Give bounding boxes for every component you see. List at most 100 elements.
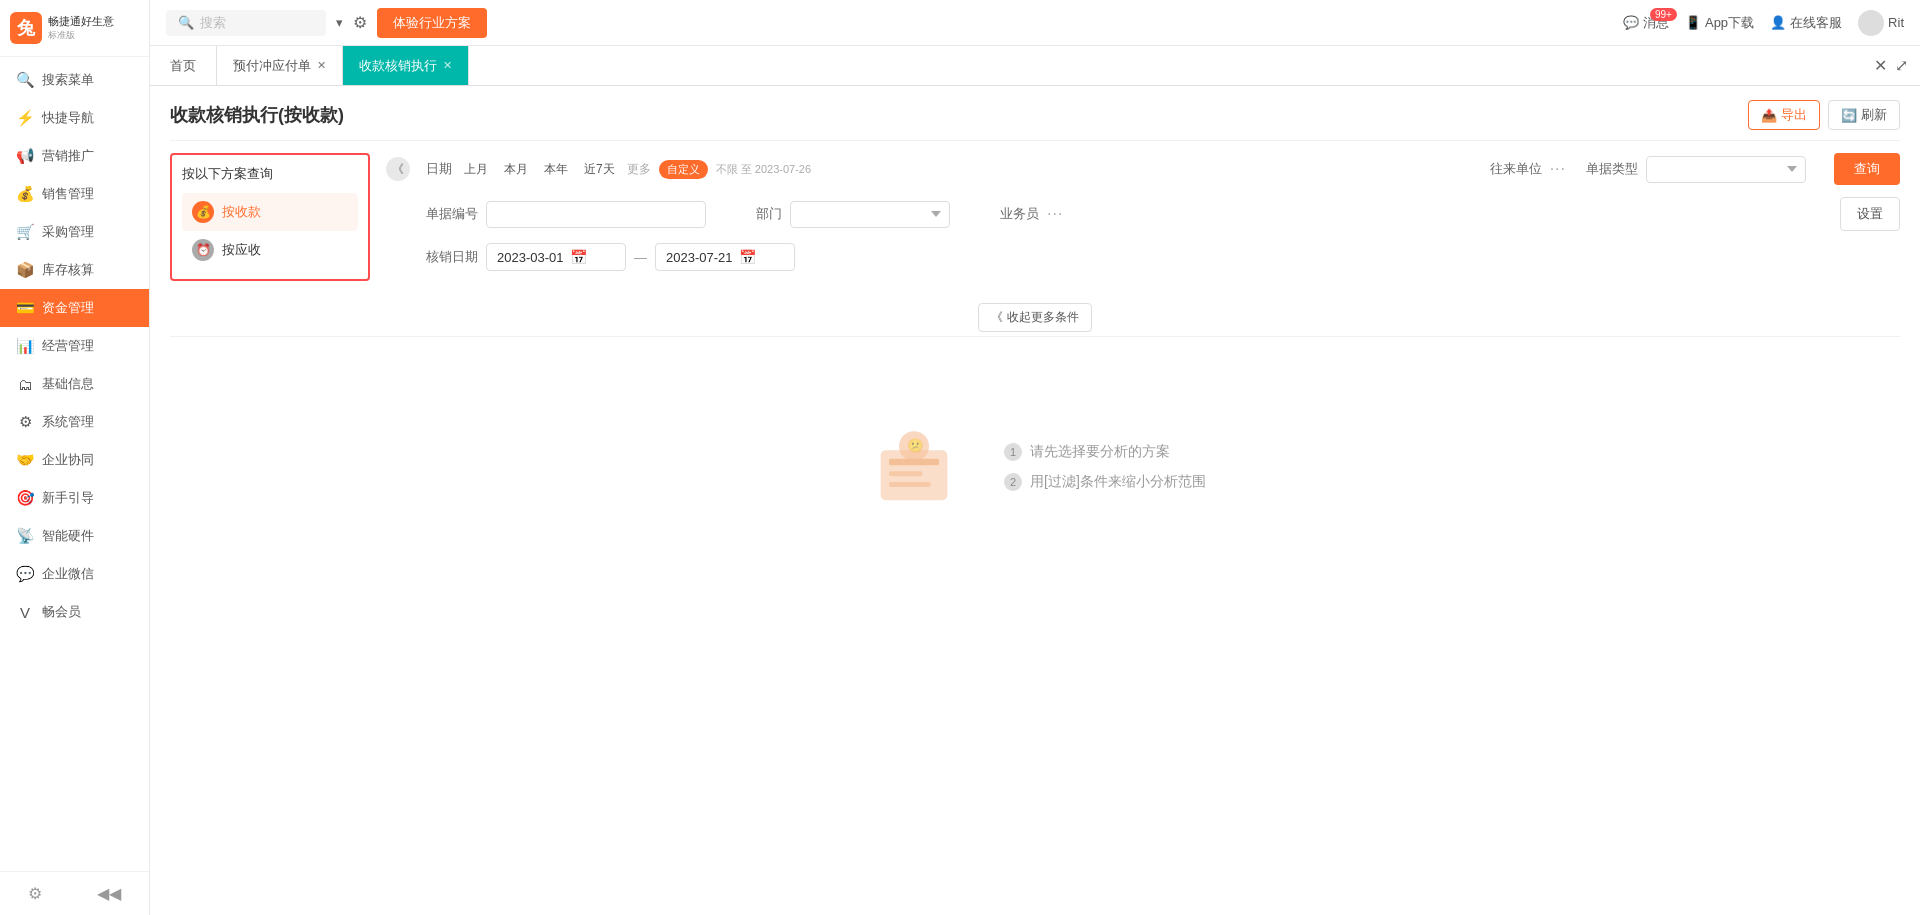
empty-state: 😕 1 请先选择要分析的方案 2 用[过滤]条件来缩小分析范围 (150, 337, 1920, 597)
close-window-icon[interactable]: ✕ (1874, 56, 1887, 75)
last-7days-btn[interactable]: 近7天 (580, 159, 619, 180)
sidebar-item-basic-info[interactable]: 🗂 基础信息 (0, 365, 149, 403)
logo-icon: 兔 (10, 12, 42, 44)
page-content: 收款核销执行(按收款) 📤 导出 🔄 刷新 (150, 86, 1920, 915)
topbar-dropdown[interactable]: ▾ (336, 15, 343, 30)
staff-label: 业务员 (1000, 205, 1039, 223)
sidebar-item-tutorial[interactable]: 🎯 新手引导 (0, 479, 149, 517)
verify-date-start-input[interactable]: 2023-03-01 📅 (486, 243, 626, 271)
date-label: 日期 (426, 160, 452, 178)
query-button[interactable]: 查询 (1834, 153, 1900, 185)
tab-home-label: 首页 (170, 57, 196, 75)
filter-option-receipt[interactable]: 💰 按收款 (182, 193, 358, 231)
verify-date-group: 核销日期 2023-03-01 📅 — 2023-07-21 📅 (426, 243, 795, 271)
solution-button[interactable]: 体验行业方案 (377, 8, 487, 38)
doc-no-label: 单据编号 (426, 205, 478, 223)
app-download-button[interactable]: 📱 App下载 (1685, 14, 1754, 32)
staff-group: 业务员 ··· (1000, 205, 1063, 223)
refresh-button[interactable]: 🔄 刷新 (1828, 100, 1900, 130)
main-area: 🔍 搜索 ▾ ⚙ 体验行业方案 💬 消息 99+ 📱 App下载 👤 在线客服 (150, 0, 1920, 915)
sidebar-item-label: 系统管理 (42, 413, 94, 431)
empty-hint-1: 1 请先选择要分析的方案 (1004, 443, 1206, 461)
doc-no-input[interactable] (486, 201, 706, 228)
sidebar-item-wechat[interactable]: 💬 企业微信 (0, 555, 149, 593)
service-label: 在线客服 (1790, 14, 1842, 32)
app-label: App下载 (1705, 14, 1754, 32)
maximize-icon[interactable]: ⤢ (1895, 56, 1908, 75)
collapse-section: 《 收起更多条件 (150, 295, 1920, 336)
sidebar-item-purchase[interactable]: 🛒 采购管理 (0, 213, 149, 251)
hint-num-2: 2 (1004, 473, 1022, 491)
quick-nav-icon: ⚡ (16, 109, 34, 127)
sidebar-item-search-menu[interactable]: 🔍 搜索菜单 (0, 61, 149, 99)
sidebar-item-sales[interactable]: 💰 销售管理 (0, 175, 149, 213)
sidebar-item-label: 搜索菜单 (42, 71, 94, 89)
collapse-sidebar-icon[interactable]: ◀◀ (89, 880, 129, 907)
sidebar-item-vip[interactable]: V 畅会员 (0, 593, 149, 631)
page-container: 收款核销执行(按收款) 📤 导出 🔄 刷新 (150, 86, 1920, 915)
verify-date-end-input[interactable]: 2023-07-21 📅 (655, 243, 795, 271)
topbar: 🔍 搜索 ▾ ⚙ 体验行业方案 💬 消息 99+ 📱 App下载 👤 在线客服 (150, 0, 1920, 46)
close-tab-icon[interactable]: ✕ (443, 59, 452, 72)
tutorial-icon: 🎯 (16, 489, 34, 507)
sidebar-item-fund-mgmt[interactable]: 💳 资金管理 (0, 289, 149, 327)
close-tab-icon[interactable]: ✕ (317, 59, 326, 72)
doc-type-select[interactable] (1646, 156, 1806, 183)
this-month-btn[interactable]: 本月 (500, 159, 532, 180)
user-menu[interactable]: Rit (1858, 10, 1904, 36)
collapse-more-button[interactable]: 《 收起更多条件 (978, 303, 1092, 332)
filter-row-1: 日期 上月 本月 本年 近7天 更多 自定义 不限 至 2023-07-26 (426, 153, 1900, 185)
tab-receipt-offset[interactable]: 收款核销执行 ✕ (343, 46, 469, 85)
counterparty-input[interactable]: ··· (1550, 160, 1566, 178)
user-name: Rit (1888, 15, 1904, 30)
online-service-button[interactable]: 👤 在线客服 (1770, 14, 1842, 32)
sales-icon: 💰 (16, 185, 34, 203)
tab-bar: 首页 预付冲应付单 ✕ 收款核销执行 ✕ ✕ ⤢ (150, 46, 1920, 86)
settings-button[interactable]: 设置 (1840, 197, 1900, 231)
tab-receipt-offset-label: 收款核销执行 (359, 57, 437, 75)
search-placeholder: 搜索 (200, 14, 226, 32)
dept-group: 部门 (756, 201, 950, 228)
fund-icon: 💳 (16, 299, 34, 317)
topbar-search-box[interactable]: 🔍 搜索 (166, 10, 326, 36)
enterprise-icon: 🤝 (16, 451, 34, 469)
date-sub-label: 不限 至 2023-07-26 (716, 162, 811, 177)
filter-option-receipt-label: 按收款 (222, 203, 261, 221)
app-logo: 兔 畅捷通好生意 标准版 (0, 0, 149, 57)
svg-text:😕: 😕 (907, 437, 924, 454)
filter-area: 按以下方案查询 💰 按收款 ⏰ 按应收 《 (150, 141, 1920, 295)
filter-option-receivable[interactable]: ⏰ 按应收 (182, 231, 358, 269)
date-more-btn[interactable]: 更多 (627, 161, 651, 178)
staff-input[interactable]: ··· (1047, 205, 1063, 223)
sidebar-item-quick-nav[interactable]: ⚡ 快捷导航 (0, 99, 149, 137)
sidebar: 兔 畅捷通好生意 标准版 🔍 搜索菜单 ⚡ 快捷导航 📢 营销推广 💰 销售管理… (0, 0, 150, 915)
service-icon: 👤 (1770, 15, 1786, 30)
hint-num-1: 1 (1004, 443, 1022, 461)
this-year-btn[interactable]: 本年 (540, 159, 572, 180)
custom-date-btn[interactable]: 自定义 (659, 160, 708, 179)
export-button[interactable]: 📤 导出 (1748, 100, 1820, 130)
sidebar-item-smart-hw[interactable]: 📡 智能硬件 (0, 517, 149, 555)
marketing-icon: 📢 (16, 147, 34, 165)
tab-advance-offset[interactable]: 预付冲应付单 ✕ (217, 46, 343, 85)
collapse-filter-scheme-button[interactable]: 《 (386, 157, 410, 181)
date-shortcuts: 上月 本月 本年 近7天 更多 自定义 (460, 159, 708, 180)
settings-icon[interactable]: ⚙ (20, 880, 50, 907)
topbar-gear-icon[interactable]: ⚙ (353, 13, 367, 32)
message-button[interactable]: 💬 消息 99+ (1623, 14, 1669, 32)
refresh-icon: 🔄 (1841, 108, 1857, 123)
sidebar-item-label: 库存核算 (42, 261, 94, 279)
svg-rect-3 (889, 482, 931, 487)
sidebar-item-enterprise[interactable]: 🤝 企业协同 (0, 441, 149, 479)
topbar-left: 🔍 搜索 ▾ ⚙ 体验行业方案 (166, 8, 487, 38)
sidebar-item-sys-mgmt[interactable]: ⚙ 系统管理 (0, 403, 149, 441)
last-month-btn[interactable]: 上月 (460, 159, 492, 180)
wechat-icon: 💬 (16, 565, 34, 583)
filter-scheme-panel: 按以下方案查询 💰 按收款 ⏰ 按应收 (170, 153, 370, 281)
sidebar-item-biz-mgmt[interactable]: 📊 经营管理 (0, 327, 149, 365)
tab-home[interactable]: 首页 (150, 46, 217, 85)
dept-select[interactable] (790, 201, 950, 228)
sidebar-item-marketing[interactable]: 📢 营销推广 (0, 137, 149, 175)
sidebar-item-inventory[interactable]: 📦 库存核算 (0, 251, 149, 289)
sidebar-item-label: 销售管理 (42, 185, 94, 203)
